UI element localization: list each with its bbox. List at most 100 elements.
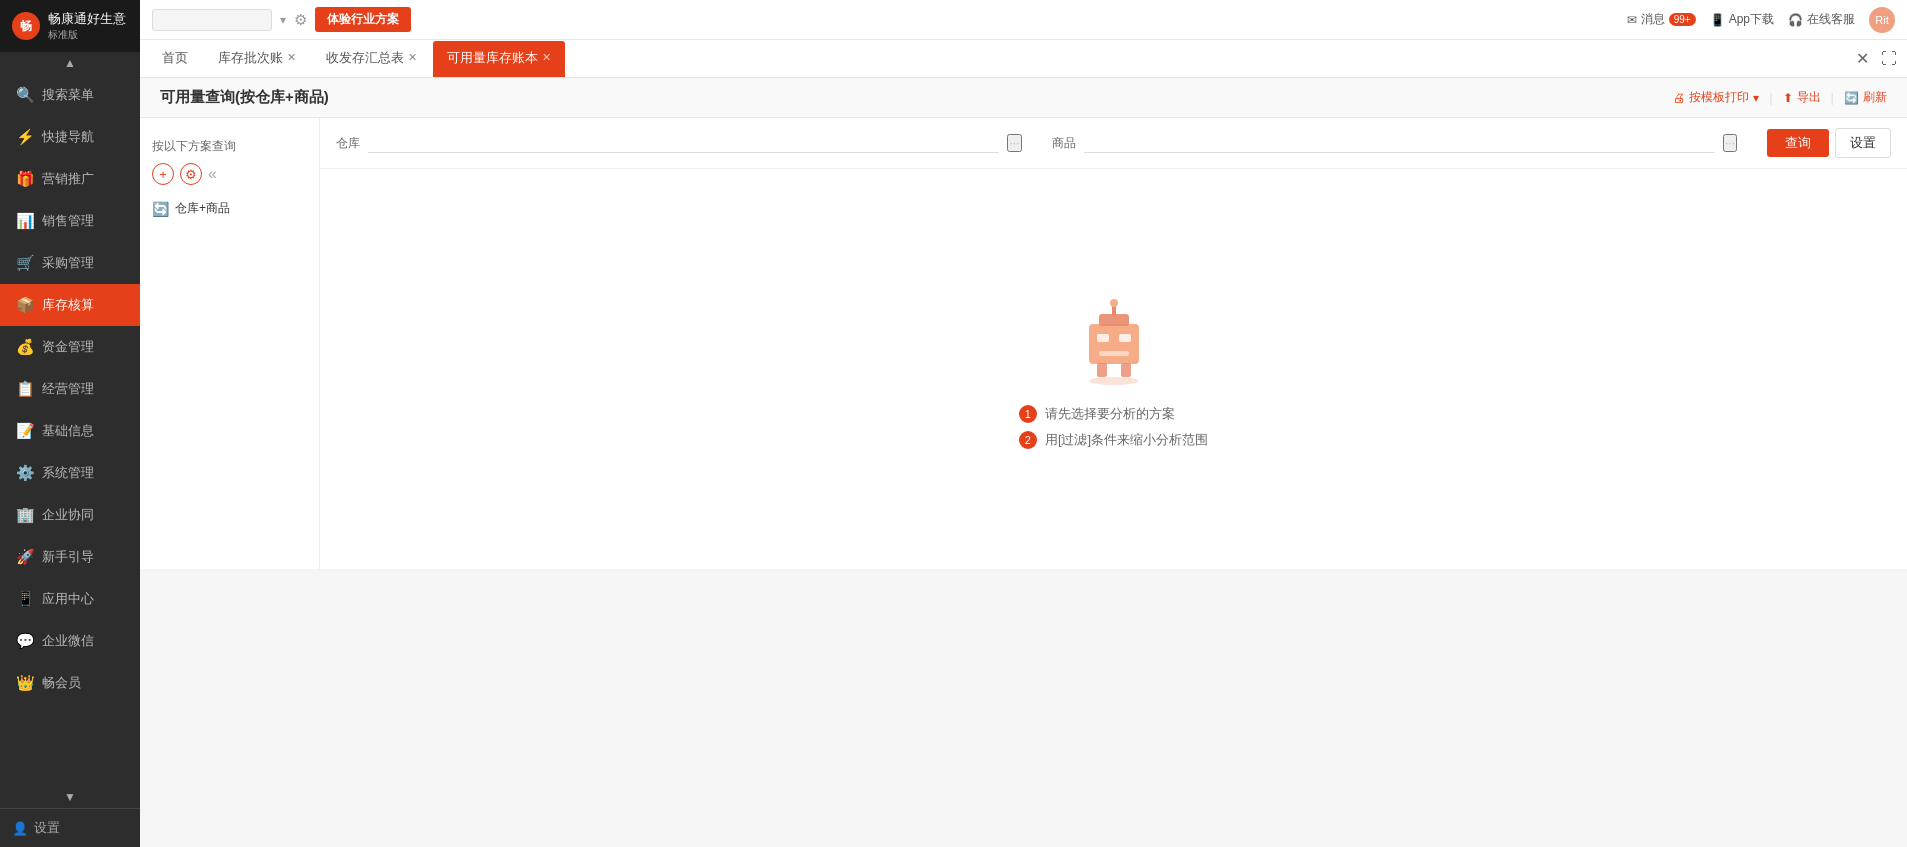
sidebar-item-apps[interactable]: 📱应用中心 <box>0 578 140 620</box>
app-download-btn[interactable]: 📱 App下载 <box>1710 11 1774 28</box>
warehouse-dots-button[interactable]: ··· <box>1007 134 1021 152</box>
close-window-button[interactable]: ✕ <box>1854 47 1871 70</box>
tab-available[interactable]: 可用量库存账本✕ <box>433 41 565 77</box>
tab-label-batch: 库存批次账 <box>218 49 283 67</box>
query-button[interactable]: 查询 <box>1767 129 1829 157</box>
warehouse-input[interactable] <box>368 134 999 153</box>
sidebar-item-label-system: 系统管理 <box>42 464 94 482</box>
sidebar-item-label-shortcuts: 快捷导航 <box>42 128 94 146</box>
tab-home[interactable]: 首页 <box>148 41 202 77</box>
refresh-button[interactable]: 🔄 刷新 <box>1844 89 1887 106</box>
export-icon: ⬆ <box>1783 91 1793 105</box>
sidebar-item-search[interactable]: 🔍 搜索菜单 <box>0 74 140 116</box>
close-tab-available-icon[interactable]: ✕ <box>542 51 551 64</box>
scheme-settings-button[interactable]: ⚙ <box>180 163 202 185</box>
scheme-sidebar: 按以下方案查询 + ⚙ « 🔄 仓库+商品 <box>140 118 320 569</box>
close-tab-batch-icon[interactable]: ✕ <box>287 51 296 64</box>
sidebar-item-wechat[interactable]: 💬企业微信 <box>0 620 140 662</box>
content-layout: 按以下方案查询 + ⚙ « 🔄 仓库+商品 仓库 <box>140 118 1907 569</box>
sidebar-item-member[interactable]: 👑 畅会员 <box>0 662 140 704</box>
sidebar-item-purchase[interactable]: 🛒采购管理 <box>0 242 140 284</box>
goods-dots-button[interactable]: ··· <box>1723 134 1737 152</box>
onboard-icon: 🚀 <box>16 548 34 566</box>
close-tab-summary-icon[interactable]: ✕ <box>408 51 417 64</box>
tip-num-1: 1 <box>1019 405 1037 423</box>
maximize-window-button[interactable]: ⛶ <box>1879 48 1899 70</box>
online-service-btn[interactable]: 🎧 在线客服 <box>1788 11 1855 28</box>
gear-icon[interactable]: ⚙ <box>294 11 307 29</box>
filter-label: 按以下方案查询 <box>152 138 236 155</box>
member-icon: 👑 <box>16 674 34 692</box>
filter-controls-row: + ⚙ « <box>140 163 319 193</box>
tab-batch[interactable]: 库存批次账 ✕ <box>204 41 310 77</box>
tab-summary[interactable]: 收发存汇总表✕ <box>312 41 431 77</box>
sidebar-item-label-apps: 应用中心 <box>42 590 94 608</box>
industry-solution-button[interactable]: 体验行业方案 <box>315 7 411 32</box>
message-btn[interactable]: ✉ 消息 99+ <box>1627 11 1696 28</box>
sidebar: 畅 畅康通好生意 标准版 ▲ 🔍 搜索菜单 ⚡快捷导航🎁营销推广📊销售管理🛒采购管理… <box>0 0 140 847</box>
svg-point-6 <box>1110 299 1118 307</box>
sidebar-main-title: 畅康通好生意 <box>48 11 126 28</box>
empty-state: 1 请先选择要分析的方案 2 用[过滤]条件来缩小分析范围 <box>320 169 1907 569</box>
goods-input[interactable] <box>1084 134 1715 153</box>
sidebar-item-inventory[interactable]: 📦库存核算 <box>0 284 140 326</box>
sidebar-item-label-member: 畅会员 <box>42 674 81 692</box>
search-icon: 🔍 <box>16 86 34 104</box>
system-icon: ⚙️ <box>16 464 34 482</box>
svg-rect-2 <box>1119 334 1131 342</box>
mobile-icon: 📱 <box>1710 13 1725 27</box>
sidebar-item-label-enterprise: 企业协同 <box>42 506 94 524</box>
sidebar-footer[interactable]: 👤 设置 <box>0 808 140 847</box>
collapse-button[interactable]: « <box>208 165 217 183</box>
sidebar-scroll-up[interactable]: ▲ <box>0 52 140 74</box>
scheme-entry-label: 仓库+商品 <box>175 200 230 217</box>
message-label: 消息 <box>1641 11 1665 28</box>
goods-label: 商品 <box>1052 135 1076 152</box>
sidebar-item-label-operations: 经营管理 <box>42 380 94 398</box>
sidebar-item-label-sales: 销售管理 <box>42 212 94 230</box>
sidebar-item-system[interactable]: ⚙️ 系统管理 <box>0 452 140 494</box>
add-scheme-button[interactable]: + <box>152 163 174 185</box>
search-input[interactable] <box>152 9 272 31</box>
sidebar-item-label-search: 搜索菜单 <box>42 86 94 104</box>
sidebar-scroll-down[interactable]: ▼ <box>0 786 140 808</box>
sidebar-title-block: 畅康通好生意 标准版 <box>48 11 126 41</box>
tab-bar: 首页库存批次账✕收发存汇总表✕可用量库存账本✕ ✕ ⛶ <box>140 40 1907 78</box>
chevron-down-icon: ▾ <box>280 13 286 27</box>
data-area: 仓库 ··· 商品 ··· 查询 设置 <box>320 118 1907 569</box>
service-icon: 🎧 <box>1788 13 1803 27</box>
logo-icon: 畅 <box>12 12 40 40</box>
svg-rect-0 <box>1089 324 1139 364</box>
avatar[interactable]: Rit <box>1869 7 1895 33</box>
user-name: Rit <box>1875 14 1888 26</box>
message-icon: ✉ <box>1627 13 1637 27</box>
operations-icon: 📋 <box>16 380 34 398</box>
refresh-icon: 🔄 <box>1844 91 1859 105</box>
sidebar-item-sales[interactable]: 📊销售管理 <box>0 200 140 242</box>
page-content: 可用量查询(按仓库+商品) 🖨 按模板打印 ▾ | ⬆ 导出 | 🔄 刷新 <box>140 78 1907 847</box>
basic-icon: 📝 <box>16 422 34 440</box>
sidebar-item-shortcuts[interactable]: ⚡快捷导航 <box>0 116 140 158</box>
sidebar-item-marketing[interactable]: 🎁营销推广 <box>0 158 140 200</box>
scheme-entry-warehouse-goods[interactable]: 🔄 仓库+商品 <box>140 193 319 224</box>
column-settings-button[interactable]: 设置 <box>1835 128 1891 158</box>
export-button[interactable]: ⬆ 导出 <box>1783 89 1821 106</box>
sidebar-item-label-basic: 基础信息 <box>42 422 94 440</box>
goods-field: 商品 ··· <box>1052 134 1738 153</box>
sidebar-item-finance[interactable]: 💰资金管理 <box>0 326 140 368</box>
tip-item-2: 2 用[过滤]条件来缩小分析范围 <box>1019 431 1208 449</box>
empty-tips: 1 请先选择要分析的方案 2 用[过滤]条件来缩小分析范围 <box>1019 405 1208 449</box>
page-title: 可用量查询(按仓库+商品) <box>160 88 329 107</box>
sidebar-item-basic[interactable]: 📝 基础信息 <box>0 410 140 452</box>
sidebar-item-label-marketing: 营销推广 <box>42 170 94 188</box>
sidebar-subtitle: 标准版 <box>48 28 126 41</box>
sidebar-item-enterprise[interactable]: 🏢企业协同 <box>0 494 140 536</box>
sidebar-item-onboard[interactable]: 🚀新手引导 <box>0 536 140 578</box>
sidebar-item-label-finance: 资金管理 <box>42 338 94 356</box>
sidebar-item-operations[interactable]: 📋 经营管理 <box>0 368 140 410</box>
print-button[interactable]: 🖨 按模板打印 ▾ <box>1673 89 1759 106</box>
empty-illustration <box>1064 289 1164 389</box>
sidebar-item-label-inventory: 库存核算 <box>42 296 94 314</box>
field-row: 仓库 ··· 商品 ··· 查询 设置 <box>320 118 1907 169</box>
warehouse-field: 仓库 ··· <box>336 134 1022 153</box>
